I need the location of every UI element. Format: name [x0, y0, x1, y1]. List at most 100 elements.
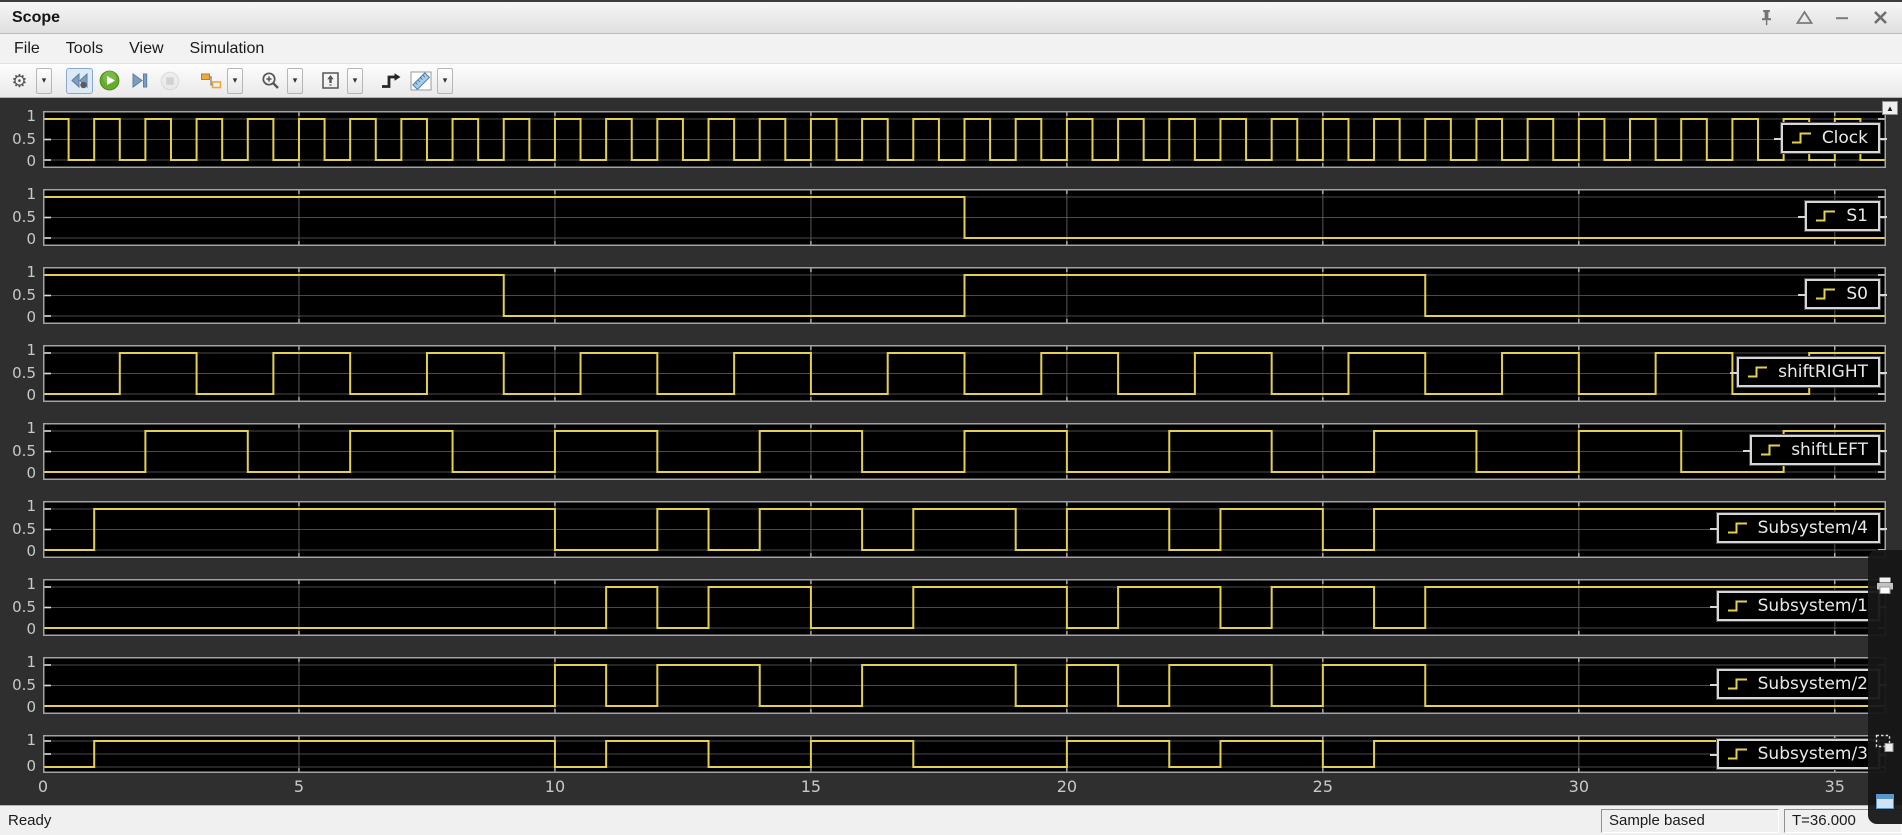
signal-label: shiftRIGHT [1778, 362, 1868, 382]
signal-label-box: shiftRIGHT [1730, 357, 1887, 387]
step-forward-button[interactable] [126, 68, 153, 94]
y-axis-labels: 0 0.5 1 [0, 341, 38, 404]
step-signal-icon [1727, 600, 1747, 612]
pin-icon[interactable] [1756, 8, 1776, 28]
signal-label-box: S0 [1798, 279, 1887, 309]
y-tick-label: 0 [26, 542, 36, 560]
y-axis-labels: 0 0.5 1 [0, 107, 38, 170]
status-ready: Ready [8, 812, 52, 829]
stepping-options-button[interactable] [66, 67, 93, 94]
trigger-icon [381, 73, 400, 88]
zoom-in-icon [262, 72, 279, 89]
waveform-plot[interactable] [43, 189, 1886, 246]
menu-view[interactable]: View [129, 40, 163, 58]
signal-selector-icon [200, 73, 221, 88]
menu-tools[interactable]: Tools [66, 40, 103, 58]
zoom-in-dropdown-button[interactable]: ▾ [287, 67, 303, 94]
waveform-plot[interactable] [43, 735, 1886, 773]
trigger-button[interactable] [377, 68, 404, 94]
menu-bar: File Tools View Simulation [0, 34, 1902, 64]
signal-label-box: Clock [1773, 123, 1888, 153]
gear-icon: ⚙ [11, 70, 28, 91]
waveform-plot[interactable] [43, 657, 1886, 714]
x-tick-label: 30 [1568, 777, 1590, 796]
x-tick-label: 15 [800, 777, 822, 796]
y-tick-label: 1 [26, 731, 36, 749]
x-tick-label: 10 [544, 777, 566, 796]
step-signal-icon [1791, 132, 1811, 144]
signal-selector-dropdown-button[interactable]: ▾ [227, 67, 243, 94]
signal-label: shiftLEFT [1791, 440, 1868, 460]
menu-simulation[interactable]: Simulation [190, 40, 265, 58]
zoom-in-button[interactable] [257, 68, 284, 94]
waveform-plot[interactable] [43, 579, 1886, 636]
signal-row: 0 0.5 1 Subsystem/1 [0, 575, 1902, 638]
signal-label-box: S1 [1798, 201, 1887, 231]
y-tick-label: 0 [26, 698, 36, 716]
y-axis-labels: 0 0.5 1 [0, 185, 38, 248]
status-sample-mode: Sample based [1601, 808, 1779, 833]
stop-button[interactable] [156, 68, 183, 94]
status-bar: Ready Sample based T=36.000 [0, 805, 1902, 835]
scope-window: Scope File Tools View Simulation ⚙ ▾ ▾ ▾… [0, 0, 1902, 835]
y-axis-labels: 01 [0, 731, 38, 775]
signal-label-box: Subsystem/4 [1709, 513, 1888, 543]
y-tick-label: 0 [26, 152, 36, 170]
y-tick-label: 0.5 [12, 519, 36, 538]
step-signal-icon [1816, 288, 1836, 300]
restore-icon[interactable] [1794, 8, 1814, 28]
minimize-icon[interactable] [1832, 8, 1852, 28]
signal-row: 0 0.5 1 Subsystem/4 [0, 497, 1902, 560]
stop-icon [160, 71, 179, 90]
y-tick-label: 0 [26, 308, 36, 326]
waveform-plot[interactable] [43, 423, 1886, 480]
y-tick-label: 0 [26, 386, 36, 404]
waveform-plot[interactable] [43, 501, 1886, 558]
window-controls [1756, 8, 1890, 28]
window-icon[interactable] [1874, 790, 1896, 812]
signal-row: 0 1 Subsystem/3 [0, 731, 1902, 775]
settings-gear-button[interactable]: ⚙ [6, 68, 33, 94]
stepping-options-icon [71, 72, 88, 89]
snapshot-icon[interactable] [1874, 732, 1896, 754]
y-tick-label: 0 [26, 620, 36, 638]
waveform-plot[interactable] [43, 267, 1886, 324]
signal-label: S1 [1846, 206, 1868, 226]
toolbar: ⚙ ▾ ▾ ▾ ▾ ▾ [0, 64, 1902, 98]
run-button[interactable] [96, 68, 123, 94]
y-tick-label: 0.5 [12, 675, 36, 694]
step-forward-icon [132, 73, 147, 88]
waveform-plot[interactable] [43, 345, 1886, 402]
side-palette [1868, 550, 1902, 824]
fit-to-view-dropdown-button[interactable]: ▾ [347, 67, 363, 94]
plot-area: 0 0.5 1 Clock 0 0.5 1 S1 0 0.5 1 S0 0 0.5 1 shiftRIGHT 0… [0, 107, 1902, 799]
signal-row: 0 0.5 1 S0 [0, 263, 1902, 326]
x-tick-label: 5 [293, 777, 305, 796]
signal-label: Subsystem/1 [1757, 596, 1868, 616]
menu-file[interactable]: File [14, 40, 40, 58]
signal-label-box: Subsystem/3 [1709, 739, 1888, 769]
collapse-arrow-button[interactable]: ▲ [1882, 101, 1898, 115]
print-icon[interactable] [1874, 574, 1896, 596]
settings-dropdown-button[interactable]: ▾ [36, 67, 52, 94]
signal-label: S0 [1846, 284, 1868, 304]
measurements-button[interactable] [407, 68, 434, 94]
close-icon[interactable] [1870, 8, 1890, 28]
y-tick-label: 0.5 [12, 129, 36, 148]
waveform-plot[interactable] [43, 111, 1886, 168]
y-tick-label: 1 [26, 263, 36, 281]
y-tick-label: 0.5 [12, 207, 36, 226]
y-tick-label: 1 [26, 185, 36, 203]
window-title: Scope [12, 8, 61, 26]
fit-to-view-icon [322, 72, 339, 89]
measurements-icon [410, 71, 431, 90]
y-tick-label: 0 [26, 757, 36, 775]
x-tick-label: 0 [37, 777, 49, 796]
signal-selector-button[interactable] [197, 68, 224, 94]
x-tick-label: 35 [1824, 777, 1845, 796]
y-tick-label: 1 [26, 341, 36, 359]
signal-label-box: shiftLEFT [1743, 435, 1887, 465]
run-icon [99, 70, 120, 91]
fit-to-view-button[interactable] [317, 68, 344, 94]
measurements-dropdown-button[interactable]: ▾ [437, 67, 453, 94]
